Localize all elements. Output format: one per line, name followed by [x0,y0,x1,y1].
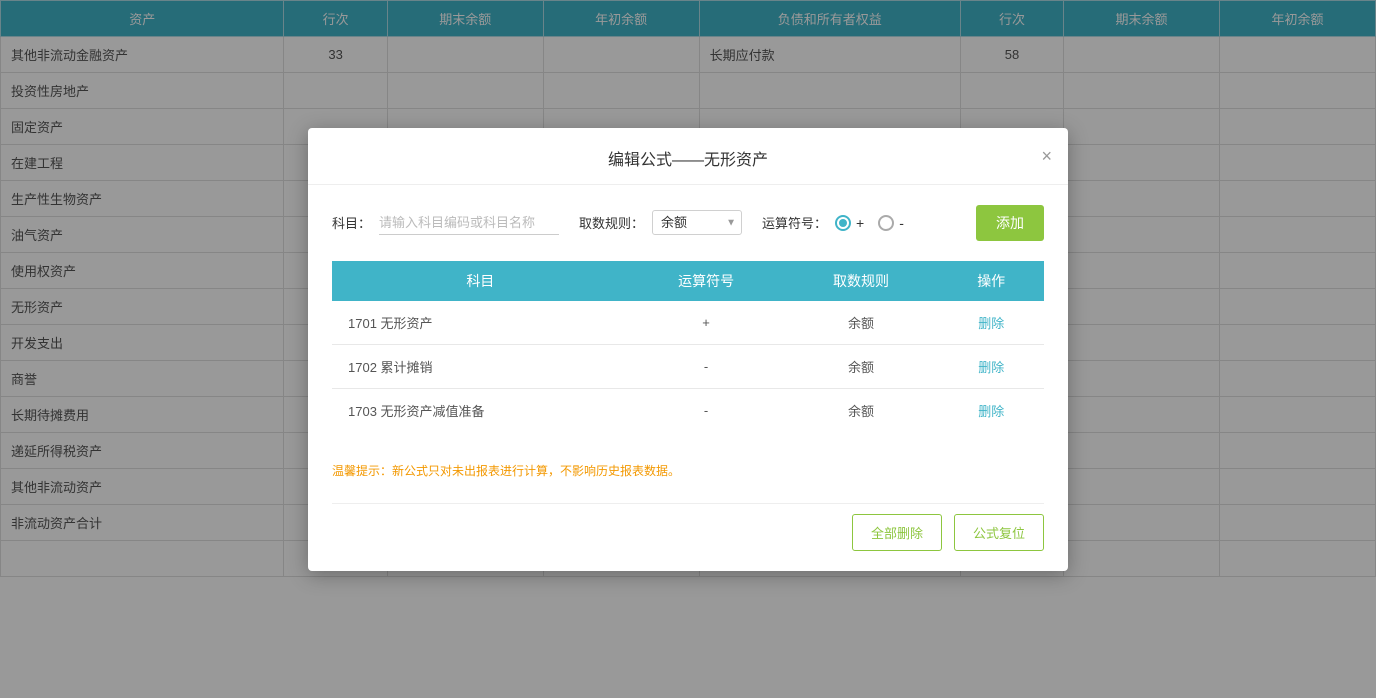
delete-all-button[interactable]: 全部删除 [852,514,942,551]
modal-footer: 全部删除 公式复位 [308,504,1068,571]
radio-minus-circle [878,215,894,231]
delete-button-1[interactable]: 删除 [978,360,1004,375]
row2-action: 删除 [938,388,1044,432]
modal-body: 科目： 取数规则： 余额 借方 贷方 借方发生额 贷方发生额 ▼ [308,185,1068,503]
subject-label: 科目： [332,213,371,232]
row0-operator: + [629,301,784,345]
delete-button-2[interactable]: 删除 [978,404,1004,419]
data-table: 科目 运算符号 取数规则 操作 1701 无形资产 + 余额 删除 [332,261,1044,432]
operator-label: 运算符号： [762,213,827,232]
rule-label: 取数规则： [579,213,644,232]
tip-text: 温馨提示：新公式只对未出报表进行计算，不影响历史报表数据。 [332,452,1044,483]
reset-button[interactable]: 公式复位 [954,514,1044,551]
modal-dialog: 编辑公式——无形资产 × 科目： 取数规则： 余额 借方 [308,128,1068,571]
radio-group: + - [835,215,904,231]
radio-plus-circle [835,215,851,231]
rule-select-wrap: 余额 借方 贷方 借方发生额 贷方发生额 ▼ [652,210,742,235]
operator-group: 运算符号： + - [762,213,904,232]
row1-action: 删除 [938,344,1044,388]
form-row: 科目： 取数规则： 余额 借方 贷方 借方发生额 贷方发生额 ▼ [332,205,1044,241]
radio-plus-label: + [856,215,864,231]
row1-operator: - [629,344,784,388]
row1-rule: 余额 [784,344,939,388]
table-row: 1702 累计摊销 - 余额 删除 [332,344,1044,388]
rule-group: 取数规则： 余额 借方 贷方 借方发生额 贷方发生额 ▼ [579,210,742,235]
modal-title: 编辑公式——无形资产 [608,152,768,169]
th-action: 操作 [938,261,1044,301]
row1-subject: 1702 累计摊销 [332,344,629,388]
radio-minus[interactable]: - [878,215,904,231]
modal-close-button[interactable]: × [1041,147,1052,165]
subject-input[interactable] [379,211,559,235]
th-rule: 取数规则 [784,261,939,301]
subject-group: 科目： [332,211,559,235]
row0-rule: 余额 [784,301,939,345]
th-operator: 运算符号 [629,261,784,301]
row2-subject: 1703 无形资产减值准备 [332,388,629,432]
table-header-row: 科目 运算符号 取数规则 操作 [332,261,1044,301]
table-row: 1701 无形资产 + 余额 删除 [332,301,1044,345]
modal-overlay: 编辑公式——无形资产 × 科目： 取数规则： 余额 借方 [0,0,1376,698]
rule-select[interactable]: 余额 借方 贷方 借方发生额 贷方发生额 [652,210,742,235]
delete-button-0[interactable]: 删除 [978,316,1004,331]
radio-minus-label: - [899,215,904,231]
th-subject: 科目 [332,261,629,301]
row2-rule: 余额 [784,388,939,432]
row0-subject: 1701 无形资产 [332,301,629,345]
row0-action: 删除 [938,301,1044,345]
row2-operator: - [629,388,784,432]
radio-plus[interactable]: + [835,215,864,231]
add-button[interactable]: 添加 [976,205,1044,241]
modal-header: 编辑公式——无形资产 × [308,128,1068,185]
table-row: 1703 无形资产减值准备 - 余额 删除 [332,388,1044,432]
